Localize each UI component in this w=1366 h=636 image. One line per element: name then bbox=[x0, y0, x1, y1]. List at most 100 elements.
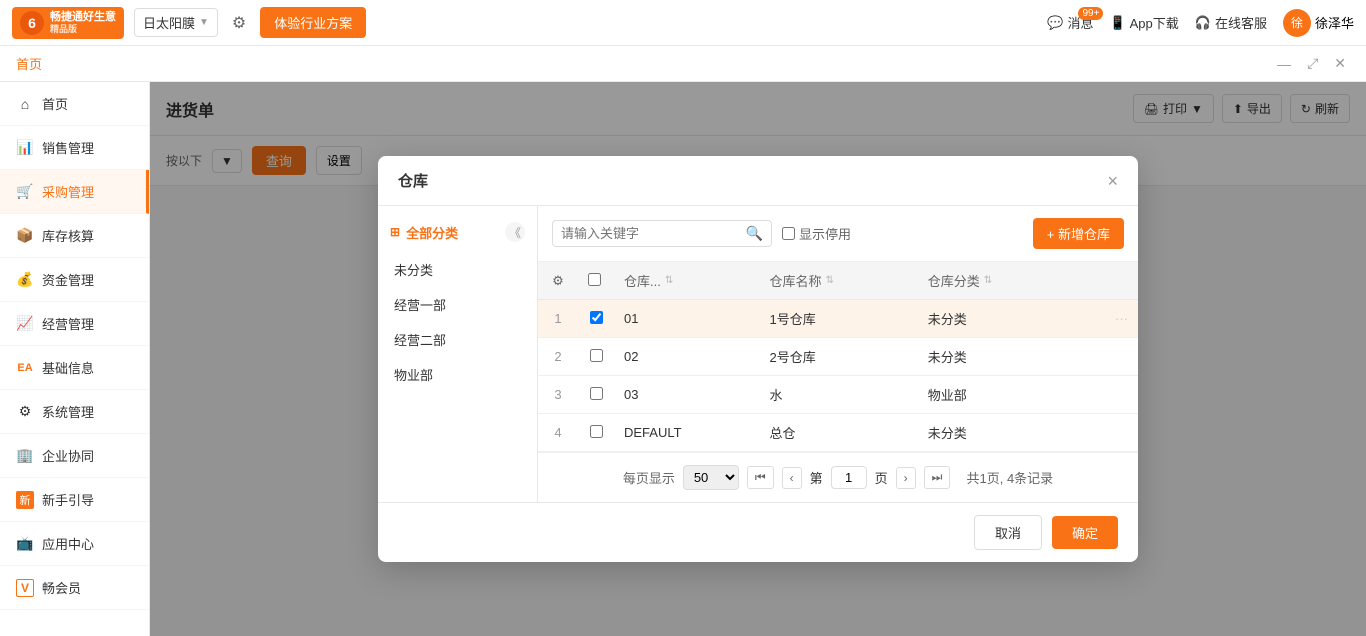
enterprise-icon: 🏢 bbox=[16, 447, 34, 465]
maximize-button[interactable]: ⤢ bbox=[1303, 53, 1322, 74]
apps-icon: 📺 bbox=[16, 535, 34, 553]
row-category: 未分类 bbox=[918, 414, 1076, 452]
category-sort[interactable]: 仓库分类 ⇅ bbox=[928, 271, 1066, 290]
header-right: 💬 消息 99+ 📱 App下载 🎧 在线客服 徐 徐泽华 bbox=[1047, 9, 1354, 37]
sidebar-item-system[interactable]: ⚙ 系统管理 bbox=[0, 390, 149, 434]
table-row[interactable]: 2 02 2号仓库 未分类 bbox=[538, 338, 1138, 376]
sidebar-item-guide[interactable]: 新 新手引导 bbox=[0, 478, 149, 522]
category-panel: ⊞ 全部分类 《 未分类 经营一部 经营二部 物业部 bbox=[378, 206, 538, 502]
header-settings-icon[interactable]: ⚙ bbox=[228, 9, 250, 37]
sidebar-label-member: 畅会员 bbox=[42, 578, 81, 597]
show-disabled-text: 显示停用 bbox=[799, 224, 851, 243]
row-actions[interactable] bbox=[1076, 414, 1138, 452]
online-service-label: 在线客服 bbox=[1215, 13, 1267, 32]
last-page-button[interactable]: ⏭ bbox=[924, 466, 951, 489]
online-service-item[interactable]: 🎧 在线客服 bbox=[1195, 13, 1267, 32]
minimize-button[interactable]: — bbox=[1273, 54, 1295, 74]
store-select[interactable]: 日太阳膜 ▼ bbox=[134, 8, 218, 37]
store-dropdown-arrow: ▼ bbox=[199, 17, 209, 28]
th-settings[interactable]: ⚙ bbox=[538, 262, 578, 300]
row-number: 3 bbox=[538, 376, 578, 414]
modal-header: 仓库 × bbox=[378, 156, 1138, 206]
page-number-input[interactable] bbox=[831, 466, 867, 489]
confirm-button[interactable]: 确定 bbox=[1052, 516, 1118, 549]
all-categories-title[interactable]: ⊞ 全部分类 bbox=[390, 223, 458, 242]
modal-overlay[interactable]: 仓库 × ⊞ 全部分类 《 bbox=[150, 82, 1366, 636]
sidebar-item-sales[interactable]: 📊 销售管理 bbox=[0, 126, 149, 170]
row-checkbox[interactable] bbox=[590, 387, 603, 400]
table-row[interactable]: 4 DEFAULT 总仓 未分类 bbox=[538, 414, 1138, 452]
headset-icon: 🎧 bbox=[1195, 15, 1211, 31]
avatar: 徐 bbox=[1283, 9, 1311, 37]
sort-icon-name: ⇅ bbox=[825, 275, 833, 286]
per-page-select[interactable]: 50 100 bbox=[683, 465, 739, 490]
logo-icon: 6 bbox=[20, 11, 44, 35]
user-avatar-area[interactable]: 徐 徐泽华 bbox=[1283, 9, 1354, 37]
close-window-button[interactable]: ✕ bbox=[1330, 53, 1350, 74]
app-download-icon: 📱 bbox=[1109, 15, 1125, 31]
sidebar-item-home[interactable]: ⌂ 首页 bbox=[0, 82, 149, 126]
sidebar-label-basic: 基础信息 bbox=[42, 358, 94, 377]
row-checkbox-cell[interactable] bbox=[578, 376, 614, 414]
select-all-checkbox[interactable] bbox=[588, 273, 601, 286]
table-row[interactable]: 3 03 水 物业部 bbox=[538, 376, 1138, 414]
category-item-property[interactable]: 物业部 bbox=[378, 357, 537, 392]
message-item[interactable]: 💬 消息 99+ bbox=[1047, 13, 1093, 32]
main-layout: ⌂ 首页 📊 销售管理 🛒 采购管理 📦 库存核算 💰 资金管理 📈 经营管理 … bbox=[0, 82, 1366, 636]
code-sort[interactable]: 仓库... ⇅ bbox=[624, 271, 749, 290]
row-actions[interactable] bbox=[1076, 338, 1138, 376]
sidebar-item-apps[interactable]: 📺 应用中心 bbox=[0, 522, 149, 566]
first-page-button[interactable]: ⏮ bbox=[747, 466, 774, 489]
page-info: 共1页, 4条记录 bbox=[966, 468, 1053, 487]
sidebar-item-member[interactable]: V 畅会员 bbox=[0, 566, 149, 610]
prev-page-button[interactable]: ‹ bbox=[782, 467, 802, 489]
show-disabled-checkbox[interactable] bbox=[782, 227, 795, 240]
collapse-panel-button[interactable]: 《 bbox=[505, 222, 525, 242]
app-download-label: App下载 bbox=[1130, 13, 1179, 32]
app-download-item[interactable]: 📱 App下载 bbox=[1109, 13, 1178, 32]
next-page-button[interactable]: › bbox=[896, 467, 916, 489]
home-icon: ⌂ bbox=[16, 95, 34, 113]
row-number: 4 bbox=[538, 414, 578, 452]
data-panel-toolbar: 🔍 显示停用 + 新增仓库 bbox=[538, 206, 1138, 262]
sidebar-label-operations: 经营管理 bbox=[42, 314, 94, 333]
try-industry-button[interactable]: 体验行业方案 bbox=[260, 7, 366, 38]
row-checkbox[interactable] bbox=[590, 425, 603, 438]
row-checkbox-cell[interactable] bbox=[578, 414, 614, 452]
show-disabled-label[interactable]: 显示停用 bbox=[782, 224, 851, 243]
th-checkbox[interactable] bbox=[578, 262, 614, 300]
add-warehouse-button[interactable]: + 新增仓库 bbox=[1033, 218, 1124, 249]
row-checkbox[interactable] bbox=[590, 349, 603, 362]
row-actions[interactable] bbox=[1076, 376, 1138, 414]
table-row[interactable]: 1 01 1号仓库 未分类 ··· bbox=[538, 300, 1138, 338]
category-item-ops2[interactable]: 经营二部 bbox=[378, 322, 537, 357]
cancel-button[interactable]: 取消 bbox=[974, 515, 1042, 550]
sidebar-item-inventory[interactable]: 📦 库存核算 bbox=[0, 214, 149, 258]
search-input[interactable] bbox=[561, 226, 740, 241]
breadcrumb-home[interactable]: 首页 bbox=[16, 54, 42, 73]
row-name: 1号仓库 bbox=[759, 300, 917, 338]
category-item-ops1[interactable]: 经营一部 bbox=[378, 287, 537, 322]
logo-area[interactable]: 6 畅捷通好生意 精品版 bbox=[12, 7, 124, 39]
row-checkbox-cell[interactable] bbox=[578, 338, 614, 376]
warehouse-modal: 仓库 × ⊞ 全部分类 《 bbox=[378, 156, 1138, 562]
search-icon[interactable]: 🔍 bbox=[746, 225, 763, 242]
operations-icon: 📈 bbox=[16, 315, 34, 333]
breadcrumb-bar: 首页 — ⤢ ✕ bbox=[0, 46, 1366, 82]
sidebar-item-finance[interactable]: 💰 资金管理 bbox=[0, 258, 149, 302]
row-actions[interactable]: ··· bbox=[1076, 300, 1138, 338]
search-box[interactable]: 🔍 bbox=[552, 220, 772, 247]
sidebar-item-enterprise[interactable]: 🏢 企业协同 bbox=[0, 434, 149, 478]
row-checkbox-cell[interactable] bbox=[578, 300, 614, 338]
name-sort[interactable]: 仓库名称 ⇅ bbox=[769, 271, 907, 290]
modal-close-button[interactable]: × bbox=[1107, 172, 1118, 190]
sidebar-item-purchase[interactable]: 🛒 采购管理 bbox=[0, 170, 149, 214]
member-icon: V bbox=[16, 579, 34, 597]
category-item-unclassified[interactable]: 未分类 bbox=[378, 252, 537, 287]
row-checkbox[interactable] bbox=[590, 311, 603, 324]
sidebar-label-system: 系统管理 bbox=[42, 402, 94, 421]
sidebar-item-operations[interactable]: 📈 经营管理 bbox=[0, 302, 149, 346]
sidebar-item-basic[interactable]: EA 基础信息 bbox=[0, 346, 149, 390]
user-name: 徐泽华 bbox=[1315, 13, 1354, 32]
data-panel: 🔍 显示停用 + 新增仓库 bbox=[538, 206, 1138, 502]
